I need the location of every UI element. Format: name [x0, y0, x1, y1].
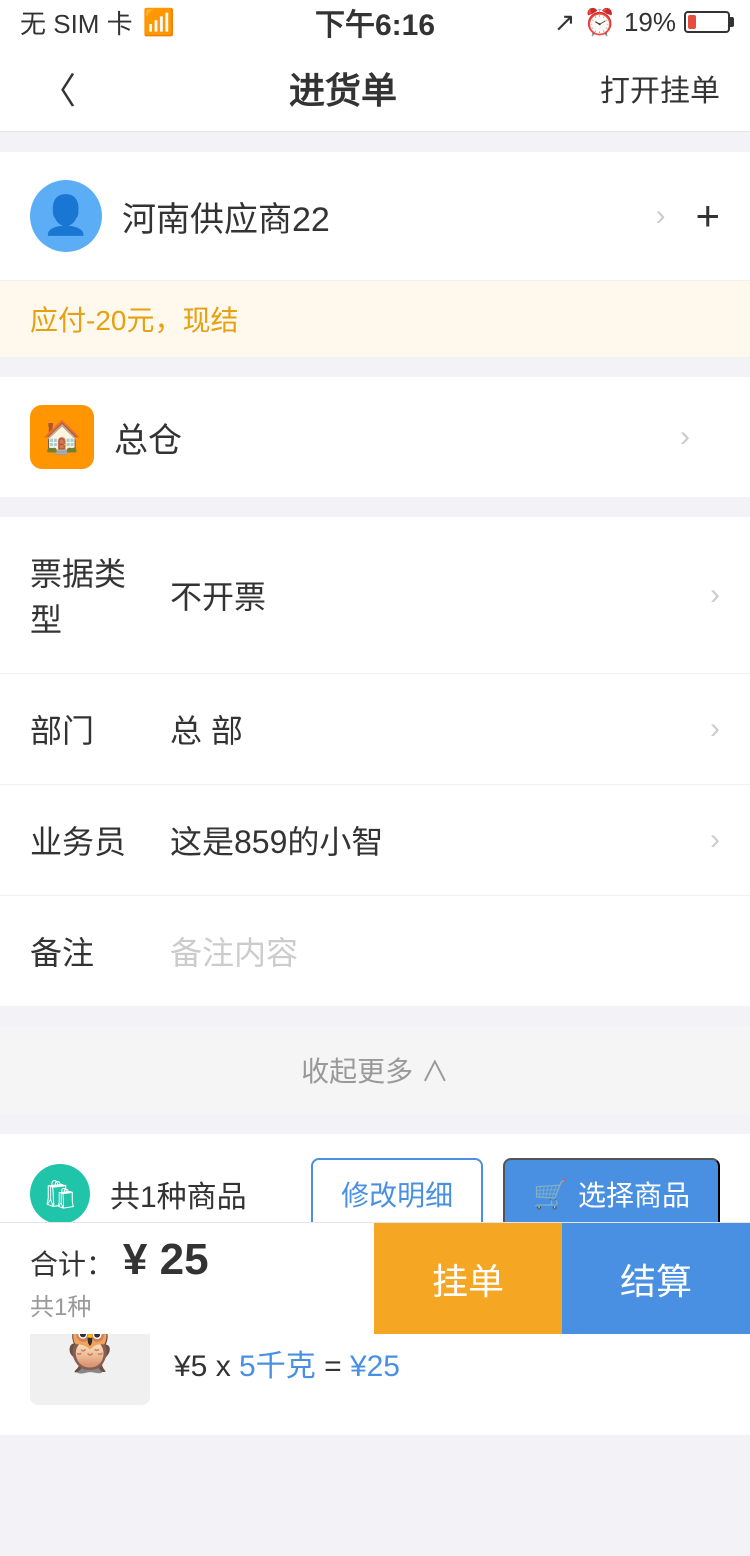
salesman-label: 业务员	[30, 817, 150, 863]
department-label: 部门	[30, 706, 150, 752]
product-price-row: ¥5 x 5千克 = ¥25	[174, 1341, 668, 1385]
status-time: 下午6:16	[315, 0, 435, 44]
checkout-button[interactable]: 结算	[562, 1223, 750, 1334]
total-row: 合计： ¥ 25	[30, 1235, 344, 1285]
payment-alert: 应付-20元，现结	[0, 281, 750, 357]
total-amount: ¥ 25	[123, 1235, 209, 1284]
salesman-chevron-icon: ›	[710, 823, 720, 857]
department-value: 总 部	[150, 706, 710, 752]
carrier-label: 无 SIM 卡	[20, 4, 133, 41]
modify-detail-button[interactable]: 修改明细	[311, 1158, 483, 1230]
person-icon: 👤	[42, 194, 89, 238]
warehouse-name: 总仓	[114, 413, 680, 462]
invoice-type-label: 票据类型	[30, 549, 150, 641]
wifi-icon: 📶	[143, 7, 175, 38]
salesman-value: 这是859的小智	[150, 817, 710, 863]
hang-button[interactable]: 挂单	[374, 1223, 562, 1334]
battery-percent: 19%	[624, 7, 676, 38]
supplier-row[interactable]: 👤 河南供应商22 › +	[0, 152, 750, 281]
supplier-avatar: 👤	[30, 180, 102, 252]
warehouse-chevron-icon: ›	[680, 420, 690, 454]
page-title: 进货单	[289, 62, 397, 114]
battery-indicator	[684, 11, 730, 33]
remark-label: 备注	[30, 928, 150, 974]
main-content: 👤 河南供应商22 › + 应付-20元，现结 🏠 总仓 › 票据类型 不开票 …	[0, 152, 750, 1556]
remark-value: 备注内容	[150, 928, 720, 974]
select-product-label: 选择商品	[578, 1174, 690, 1214]
supplier-name: 河南供应商22	[122, 192, 655, 241]
warehouse-icon: 🏠	[30, 405, 94, 469]
products-icon: 🛍	[30, 1164, 90, 1224]
add-button[interactable]: +	[695, 192, 720, 240]
product-equals: =	[316, 1350, 350, 1383]
invoice-type-chevron-icon: ›	[710, 578, 720, 612]
department-chevron-icon: ›	[710, 712, 720, 746]
status-bar: 无 SIM 卡 📶 下午6:16 ↗ ⏰ 19%	[0, 0, 750, 44]
product-total: ¥25	[350, 1350, 400, 1383]
salesman-row[interactable]: 业务员 这是859的小智 ›	[0, 785, 750, 896]
products-count: 共1种商品	[110, 1172, 311, 1216]
location-icon: ↗	[554, 7, 576, 38]
supplier-chevron-icon: ›	[655, 199, 665, 233]
bag-icon: 🛍	[42, 1178, 78, 1211]
bottom-bar: 合计： ¥ 25 共1种 挂单 结算	[0, 1222, 750, 1334]
department-row[interactable]: 部门 总 部 ›	[0, 674, 750, 785]
cart-icon: 🛒	[533, 1178, 568, 1211]
product-quantity: 5千克	[239, 1350, 316, 1383]
invoice-type-value: 不开票	[150, 572, 710, 618]
form-section: 票据类型 不开票 › 部门 总 部 › 业务员 这是859的小智 › 备注 备注…	[0, 517, 750, 1006]
total-count: 共1种	[30, 1287, 344, 1322]
select-product-button[interactable]: 🛒 选择商品	[503, 1158, 720, 1230]
total-label: 合计：	[30, 1249, 114, 1280]
open-hang-button[interactable]: 打开挂单	[600, 66, 720, 110]
supplier-section: 👤 河南供应商22 › + 应付-20元，现结	[0, 152, 750, 357]
product-unit-price: ¥5 x	[174, 1350, 239, 1383]
nav-bar: 〈 进货单 打开挂单	[0, 44, 750, 132]
home-icon: 🏠	[42, 418, 82, 456]
remark-row[interactable]: 备注 备注内容	[0, 896, 750, 1006]
warehouse-row[interactable]: 🏠 总仓 ›	[0, 377, 750, 497]
invoice-type-row[interactable]: 票据类型 不开票 ›	[0, 517, 750, 674]
collapse-button[interactable]: 收起更多 ∧	[0, 1026, 750, 1114]
total-section: 合计： ¥ 25 共1种	[0, 1223, 374, 1334]
alarm-icon: ⏰	[584, 7, 616, 38]
back-button[interactable]: 〈	[30, 52, 86, 124]
